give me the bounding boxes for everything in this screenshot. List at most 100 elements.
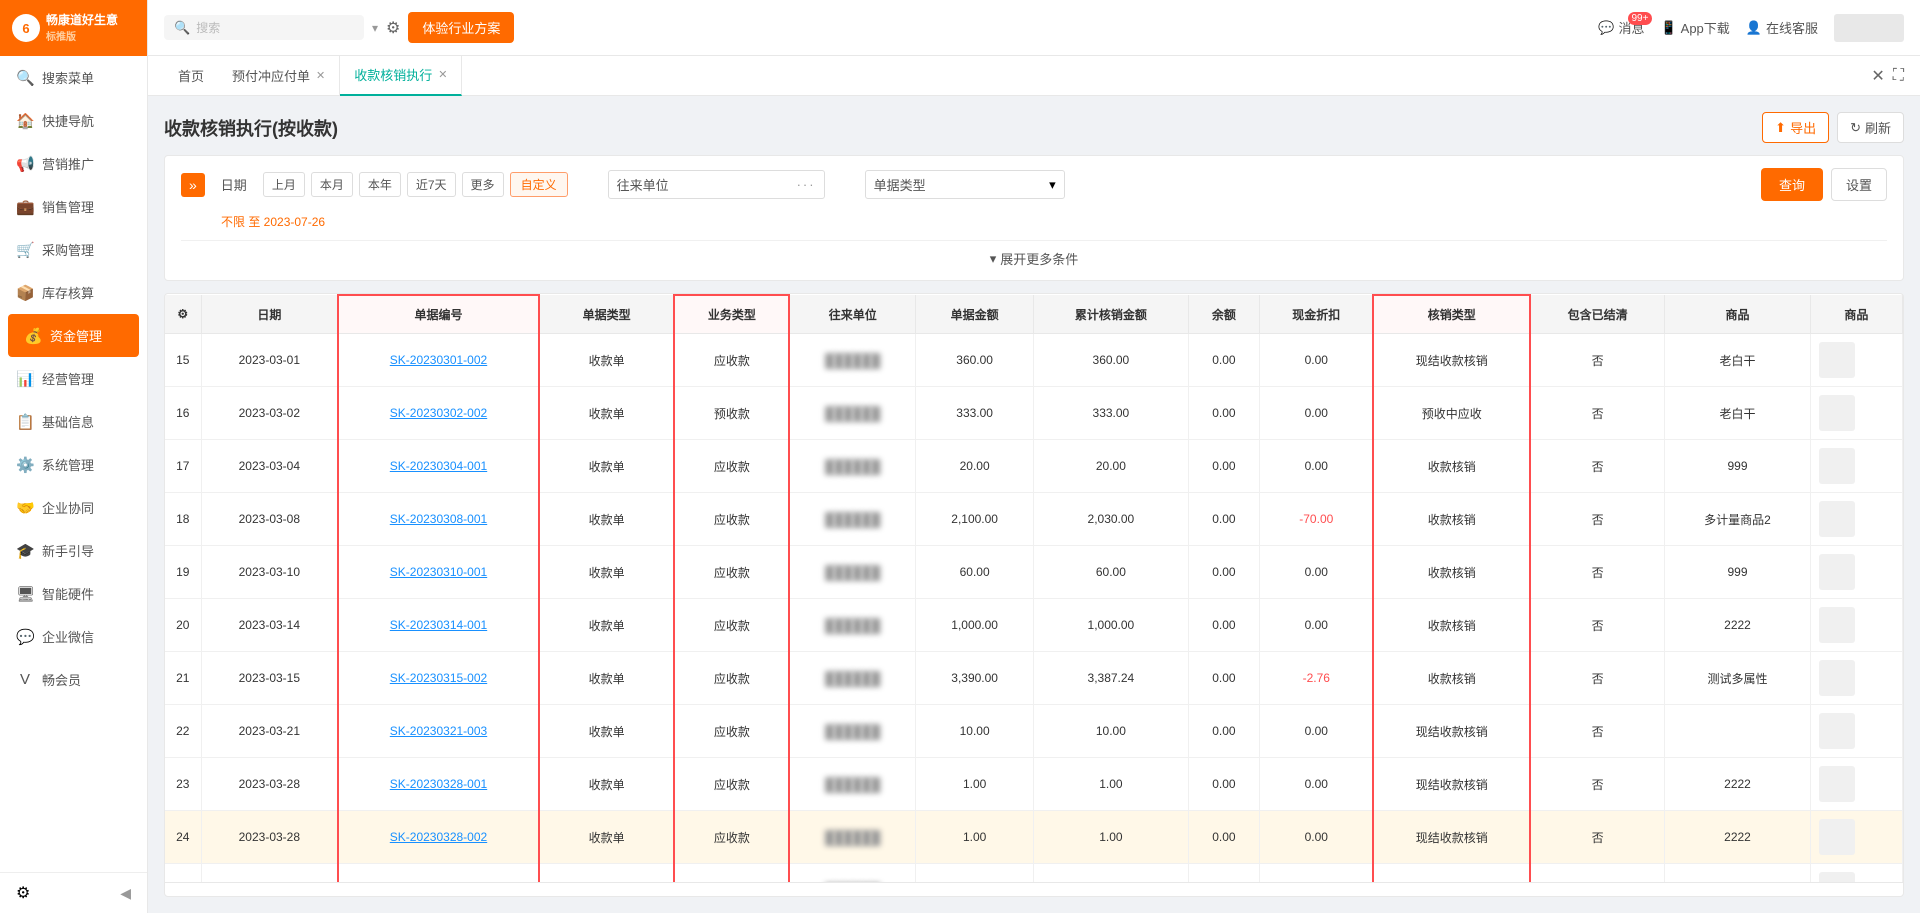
cell-no: 18 <box>165 493 201 546</box>
cell-biz-type: 应收款 <box>674 864 789 883</box>
col-accum: 累计核销金额 <box>1034 295 1189 334</box>
partner-value: ██████ <box>825 777 880 792</box>
online-service[interactable]: 👤 在线客服 <box>1746 18 1818 37</box>
sidebar-item-wechat[interactable]: 💬 企业微信 <box>0 615 147 658</box>
sidebar-item-operation[interactable]: 📊 经营管理 <box>0 357 147 400</box>
settings-icon[interactable]: ⚙ <box>16 883 30 903</box>
cell-date: 2023-03-21 <box>201 705 338 758</box>
gear-icon[interactable]: ⚙ <box>386 18 400 38</box>
sidebar-item-label: 企业协同 <box>42 498 94 517</box>
sidebar-item-quicknav[interactable]: 🏠 快捷导航 <box>0 99 147 142</box>
sidebar-item-hardware[interactable]: 🖥 智能硬件 <box>0 572 147 615</box>
basicinfo-icon: 📋 <box>16 413 34 431</box>
table-scrollbar[interactable] <box>165 882 1903 896</box>
cell-include: 否 <box>1530 652 1665 705</box>
cell-bill-no[interactable]: SK-20230304-001 <box>338 440 539 493</box>
table-header-row: ⚙ 日期 单据编号 单据类型 业务类型 往来单位 单据金额 累计核销金额 余额 … <box>165 295 1903 334</box>
expand-more-btn[interactable]: ▾ 展开更多条件 <box>990 249 1079 268</box>
partner-more-icon[interactable]: ··· <box>797 177 816 192</box>
cell-bill-no[interactable]: SK-20230321-003 <box>338 705 539 758</box>
partner-input[interactable] <box>673 177 793 192</box>
sidebar-item-inventory[interactable]: 📦 库存核算 <box>0 271 147 314</box>
cell-bill-no[interactable]: SK-20230315-002 <box>338 652 539 705</box>
sidebar-item-marketing[interactable]: 📢 营销推广 <box>0 142 147 185</box>
sidebar-item-member[interactable]: V 畅会员 <box>0 658 147 701</box>
date-btn-this-month[interactable]: 本月 <box>311 172 353 197</box>
sidebar-item-system[interactable]: ⚙️ 系统管理 <box>0 443 147 486</box>
cell-write-off-type: 现结收款核销 <box>1373 334 1530 387</box>
col-settings[interactable]: ⚙ <box>165 295 201 334</box>
cell-amount: 1.00 <box>916 811 1034 864</box>
tab-maximize-icon[interactable]: ⛶ <box>1893 67 1904 85</box>
cell-cash-disc: 0.00 <box>1260 864 1374 883</box>
bill-type-select[interactable]: 单据类型 ▾ <box>865 170 1065 199</box>
sidebar-nav: 🔍 搜索菜单 🏠 快捷导航 📢 营销推广 💼 销售管理 🛒 采购管理 📦 库存核… <box>0 56 147 872</box>
solution-button[interactable]: 体验行业方案 <box>408 12 514 43</box>
chevron-down-icon[interactable]: ▾ <box>372 21 378 35</box>
cell-balance: 0.00 <box>1188 811 1259 864</box>
cell-cash-disc: 0.00 <box>1260 440 1374 493</box>
sidebar-item-label: 营销推广 <box>42 154 94 173</box>
refresh-button[interactable]: ↻ 刷新 <box>1837 112 1904 143</box>
sidebar-item-label: 资金管理 <box>50 326 102 345</box>
cell-biz-type: 应收款 <box>674 334 789 387</box>
cell-date: 2023-03-31 <box>201 864 338 883</box>
cell-bill-type: 收款单 <box>539 334 675 387</box>
cell-product: 测试多属性 <box>1665 652 1811 705</box>
date-btn-7days[interactable]: 近7天 <box>407 172 456 197</box>
message-notify[interactable]: 💬 消息 99+ <box>1598 18 1644 37</box>
tab-collection[interactable]: 收款核销执行 ✕ <box>340 56 462 96</box>
tab-prepay[interactable]: 预付冲应付单 ✕ <box>218 56 340 96</box>
sidebar-item-basicinfo[interactable]: 📋 基础信息 <box>0 400 147 443</box>
sidebar-item-sales[interactable]: 💼 销售管理 <box>0 185 147 228</box>
cell-date: 2023-03-15 <box>201 652 338 705</box>
cell-amount: 1,000.00 <box>916 599 1034 652</box>
sidebar-item-search[interactable]: 🔍 搜索菜单 <box>0 56 147 99</box>
expand-more-row: ▾ 展开更多条件 <box>181 240 1887 268</box>
export-button[interactable]: ⬆ 导出 <box>1762 112 1829 143</box>
cell-bill-no[interactable]: SK-20230331-002 <box>338 864 539 883</box>
export-label: 导出 <box>1790 118 1816 137</box>
filter-expand-arrow[interactable]: » <box>181 173 205 197</box>
cell-bill-no[interactable]: SK-20230310-001 <box>338 546 539 599</box>
date-btn-more[interactable]: 更多 <box>462 172 504 197</box>
chevron-down-icon: ▾ <box>1049 177 1056 193</box>
cell-partner: ██████ <box>789 758 916 811</box>
sidebar-item-enterprise[interactable]: 🤝 企业协同 <box>0 486 147 529</box>
date-btn-custom[interactable]: 自定义 <box>510 172 568 197</box>
cell-bill-no[interactable]: SK-20230302-002 <box>338 387 539 440</box>
cell-bill-type: 收款单 <box>539 758 675 811</box>
table-scroll[interactable]: ⚙ 日期 单据编号 单据类型 业务类型 往来单位 单据金额 累计核销金额 余额 … <box>165 294 1903 882</box>
col-bill-no: 单据编号 <box>338 295 539 334</box>
col-include: 包含已结清 <box>1530 295 1665 334</box>
tab-close-icon[interactable]: ✕ <box>1871 66 1884 86</box>
cell-cash-disc: 0.00 <box>1260 546 1374 599</box>
setting-button[interactable]: 设置 <box>1831 168 1887 201</box>
tab-home[interactable]: 首页 <box>164 56 218 96</box>
tab-collection-close[interactable]: ✕ <box>438 68 447 81</box>
date-btn-this-year[interactable]: 本年 <box>359 172 401 197</box>
cell-bill-no[interactable]: SK-20230301-002 <box>338 334 539 387</box>
sidebar-item-label: 库存核算 <box>42 283 94 302</box>
operation-icon: 📊 <box>16 370 34 388</box>
sidebar-item-finance[interactable]: 💰 资金管理 <box>8 314 139 357</box>
cell-product: 2222 <box>1665 811 1811 864</box>
tab-prepay-close[interactable]: ✕ <box>316 69 325 82</box>
sidebar-item-purchase[interactable]: 🛒 采购管理 <box>0 228 147 271</box>
cell-no: 19 <box>165 546 201 599</box>
app-download[interactable]: 📱 App下载 <box>1660 18 1729 37</box>
sidebar-item-guide[interactable]: 🎓 新手引导 <box>0 529 147 572</box>
cell-bill-no[interactable]: SK-20230308-001 <box>338 493 539 546</box>
top-search-box[interactable]: 🔍 搜索 <box>164 15 364 40</box>
search-placeholder: 搜索 <box>196 19 220 36</box>
cell-write-off-type: 收款核销 <box>1373 599 1530 652</box>
cell-bill-no[interactable]: SK-20230328-001 <box>338 758 539 811</box>
collapse-icon[interactable]: ◀ <box>120 885 131 902</box>
query-button[interactable]: 查询 <box>1761 168 1823 201</box>
cell-accum: 1,000.00 <box>1034 599 1189 652</box>
date-btn-last-month[interactable]: 上月 <box>263 172 305 197</box>
expand-label: 展开更多条件 <box>1000 249 1078 268</box>
cell-bill-no[interactable]: SK-20230328-002 <box>338 811 539 864</box>
cell-accum: 1.00 <box>1034 811 1189 864</box>
cell-bill-no[interactable]: SK-20230314-001 <box>338 599 539 652</box>
